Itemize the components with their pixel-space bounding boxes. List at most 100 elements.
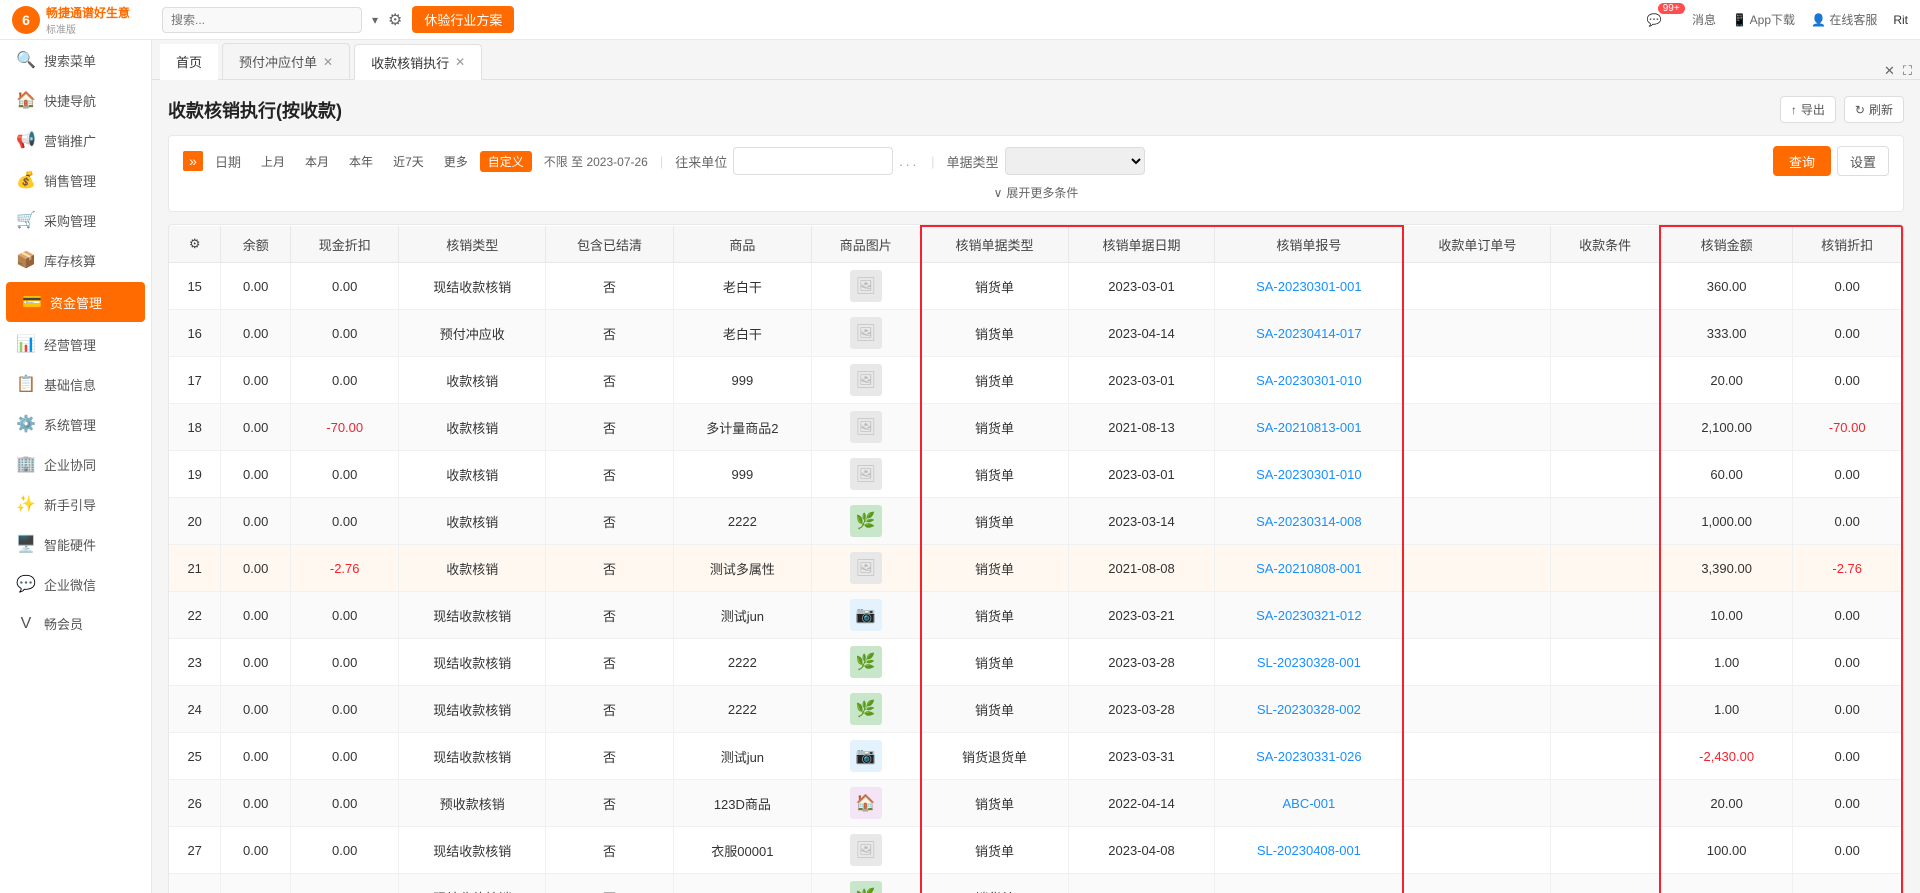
sidebar-item-purchase[interactable]: 🛒 采购管理 — [0, 200, 151, 240]
row-writeoff-type: 现结收款核销 — [399, 686, 546, 733]
expand-window-icon[interactable]: ⛶ — [1903, 63, 1912, 79]
table-row: 15 0.00 0.00 现结收款核销 否 老白干 🖼 销货单 2023-03-… — [169, 263, 1902, 310]
row-receipt-doc-type: 销货单 — [921, 827, 1069, 874]
row-receipt-doc-type: 销货单 — [921, 545, 1069, 592]
sidebar-item-quicknav[interactable]: 🏠 快捷导航 — [0, 80, 151, 120]
receipt-doc-link[interactable]: SA-20230314-008 — [1256, 514, 1362, 529]
message-label[interactable]: 消息 — [1692, 13, 1716, 27]
tab-home[interactable]: 首页 — [160, 44, 218, 80]
receipt-type-select[interactable] — [1005, 147, 1145, 175]
sidebar-item-enterprise[interactable]: 🏢 企业协同 — [0, 444, 151, 484]
th-receipt-doc-date: 核销单据日期 — [1068, 226, 1215, 263]
receipt-doc-link[interactable]: SA-20210808-001 — [1256, 561, 1362, 576]
user-name[interactable]: Rit — [1893, 13, 1908, 27]
row-cash-discount: 0.00 — [291, 733, 399, 780]
row-cash-discount: 0.00 — [291, 827, 399, 874]
date-pill-7days[interactable]: 近7天 — [385, 151, 432, 172]
sidebar-item-marketing[interactable]: 📢 营销推广 — [0, 120, 151, 160]
receipt-doc-link[interactable]: SA-20230414-017 — [1256, 326, 1362, 341]
receipt-doc-link[interactable]: SA-20230301-010 — [1256, 373, 1362, 388]
tab-receipt-close-icon[interactable]: ✕ — [455, 55, 465, 69]
sidebar-item-member[interactable]: V 畅会员 — [0, 604, 151, 643]
receipt-doc-link[interactable]: SL-20230328-002 — [1257, 702, 1361, 717]
row-writeoff-discount: 0.00 — [1793, 780, 1902, 827]
export-button[interactable]: ↑ 导出 — [1780, 96, 1836, 123]
table-row: 24 0.00 0.00 现结收款核销 否 2222 🌿 销货单 2023-03… — [169, 686, 1902, 733]
online-service-link[interactable]: 👤 在线客服 — [1811, 11, 1877, 28]
receipt-doc-link[interactable]: SA-20230321-012 — [1256, 608, 1362, 623]
row-writeoff-amount: 3,390.00 — [1660, 545, 1793, 592]
sidebar-item-inventory[interactable]: 📦 库存核算 — [0, 240, 151, 280]
tab-prepay-close-icon[interactable]: ✕ — [323, 55, 333, 69]
from-unit-field: 往来单位 ... — [675, 147, 919, 175]
sidebar-item-capital[interactable]: 💳 资金管理 — [6, 282, 145, 322]
sidebar-item-guide[interactable]: ✨ 新手引导 — [0, 484, 151, 524]
row-receipt-cond — [1551, 263, 1660, 310]
receipt-doc-link[interactable]: SL-20230328-001 — [1257, 655, 1361, 670]
date-pill-thisyear[interactable]: 本年 — [341, 151, 381, 172]
from-unit-input[interactable] — [733, 147, 893, 175]
sidebar-item-wechat[interactable]: 💬 企业微信 — [0, 564, 151, 604]
receipt-doc-link[interactable]: SL-20230418-001 — [1257, 890, 1361, 893]
inventory-icon: 📦 — [16, 250, 36, 270]
row-writeoff-type: 现结收款核销 — [399, 874, 546, 893]
sidebar-item-sales[interactable]: 💰 销售管理 — [0, 160, 151, 200]
row-receipt-doc-no: SL-20230408-001 — [1215, 827, 1403, 874]
close-window-icon[interactable]: ✕ — [1884, 63, 1895, 79]
receipt-doc-link[interactable]: SA-20230301-010 — [1256, 467, 1362, 482]
date-pill-custom[interactable]: 自定义 — [480, 151, 532, 172]
receipt-doc-link[interactable]: SA-20210813-001 — [1256, 420, 1362, 435]
message-icon[interactable]: 💬99+ 消息 — [1647, 11, 1716, 28]
th-writeoff-amount: 核销金额 — [1660, 226, 1793, 263]
tab-receipt[interactable]: 收款核销执行 ✕ — [354, 44, 482, 80]
receipt-doc-link[interactable]: ABC-001 — [1282, 796, 1335, 811]
row-product: 2222 — [673, 874, 811, 893]
row-include-settled: 否 — [546, 545, 674, 592]
th-gear[interactable]: ⚙ — [169, 226, 221, 263]
row-writeoff-discount: -2.76 — [1793, 545, 1902, 592]
date-pill-lastmonth[interactable]: 上月 — [253, 151, 293, 172]
filter-expand-button[interactable]: » — [183, 151, 203, 171]
receipt-doc-link[interactable]: SL-20230408-001 — [1257, 843, 1361, 858]
sidebar-item-hardware[interactable]: 🖥️ 智能硬件 — [0, 524, 151, 564]
sidebar-item-search[interactable]: 🔍 搜索菜单 — [0, 40, 151, 80]
row-writeoff-discount: 0.00 — [1793, 639, 1902, 686]
row-receipt-doc-type: 销货单 — [921, 357, 1069, 404]
table-row: 23 0.00 0.00 现结收款核销 否 2222 🌿 销货单 2023-03… — [169, 639, 1902, 686]
settings-gear-icon[interactable]: ⚙ — [388, 10, 402, 30]
product-image: 🌿 — [850, 881, 882, 893]
solution-button[interactable]: 休验行业方案 — [412, 6, 514, 33]
receipt-doc-link[interactable]: SA-20230301-001 — [1256, 279, 1362, 294]
sidebar-label-capital: 资金管理 — [50, 293, 102, 312]
setting-button[interactable]: 设置 — [1837, 146, 1889, 176]
dropdown-chevron-icon[interactable]: ▾ — [372, 13, 378, 27]
receipt-doc-link[interactable]: SA-20230331-026 — [1256, 749, 1362, 764]
sidebar-item-basic[interactable]: 📋 基础信息 — [0, 364, 151, 404]
sidebar-item-system[interactable]: ⚙️ 系统管理 — [0, 404, 151, 444]
search-icon: 🔍 — [16, 50, 36, 70]
row-receipt-doc-date: 2023-04-14 — [1068, 310, 1215, 357]
date-pill-thismonth[interactable]: 本月 — [297, 151, 337, 172]
table-row: 22 0.00 0.00 现结收款核销 否 测试jun 📷 销货单 2023-0… — [169, 592, 1902, 639]
expand-more-button[interactable]: ∨ 展开更多条件 — [994, 184, 1079, 201]
row-product-img: 🖼 — [812, 357, 921, 404]
row-balance: 0.00 — [221, 263, 291, 310]
refresh-button[interactable]: ↻ 刷新 — [1844, 96, 1904, 123]
search-input[interactable] — [162, 7, 362, 33]
th-writeoff-discount: 核销折扣 — [1793, 226, 1902, 263]
row-product: 123D商品 — [673, 780, 811, 827]
table-row: 27 0.00 0.00 现结收款核销 否 衣服00001 🖼 销货单 2023… — [169, 827, 1902, 874]
app-download-link[interactable]: 📱 App下载 — [1732, 11, 1795, 28]
table-row: 19 0.00 0.00 收款核销 否 999 🖼 销货单 2023-03-01… — [169, 451, 1902, 498]
row-product-img: 🖼 — [812, 827, 921, 874]
query-button[interactable]: 查询 — [1773, 146, 1831, 176]
sidebar-item-operations[interactable]: 📊 经营管理 — [0, 324, 151, 364]
message-badge: 99+ — [1658, 3, 1685, 14]
row-receipt-cond — [1551, 357, 1660, 404]
date-pill-more[interactable]: 更多 — [436, 151, 476, 172]
row-receipt-doc-no: SL-20230418-001 — [1215, 874, 1403, 893]
product-image-placeholder: 🖼 — [850, 270, 882, 302]
row-include-settled: 否 — [546, 263, 674, 310]
row-product: 测试多属性 — [673, 545, 811, 592]
tab-prepay[interactable]: 预付冲应付单 ✕ — [222, 43, 350, 79]
